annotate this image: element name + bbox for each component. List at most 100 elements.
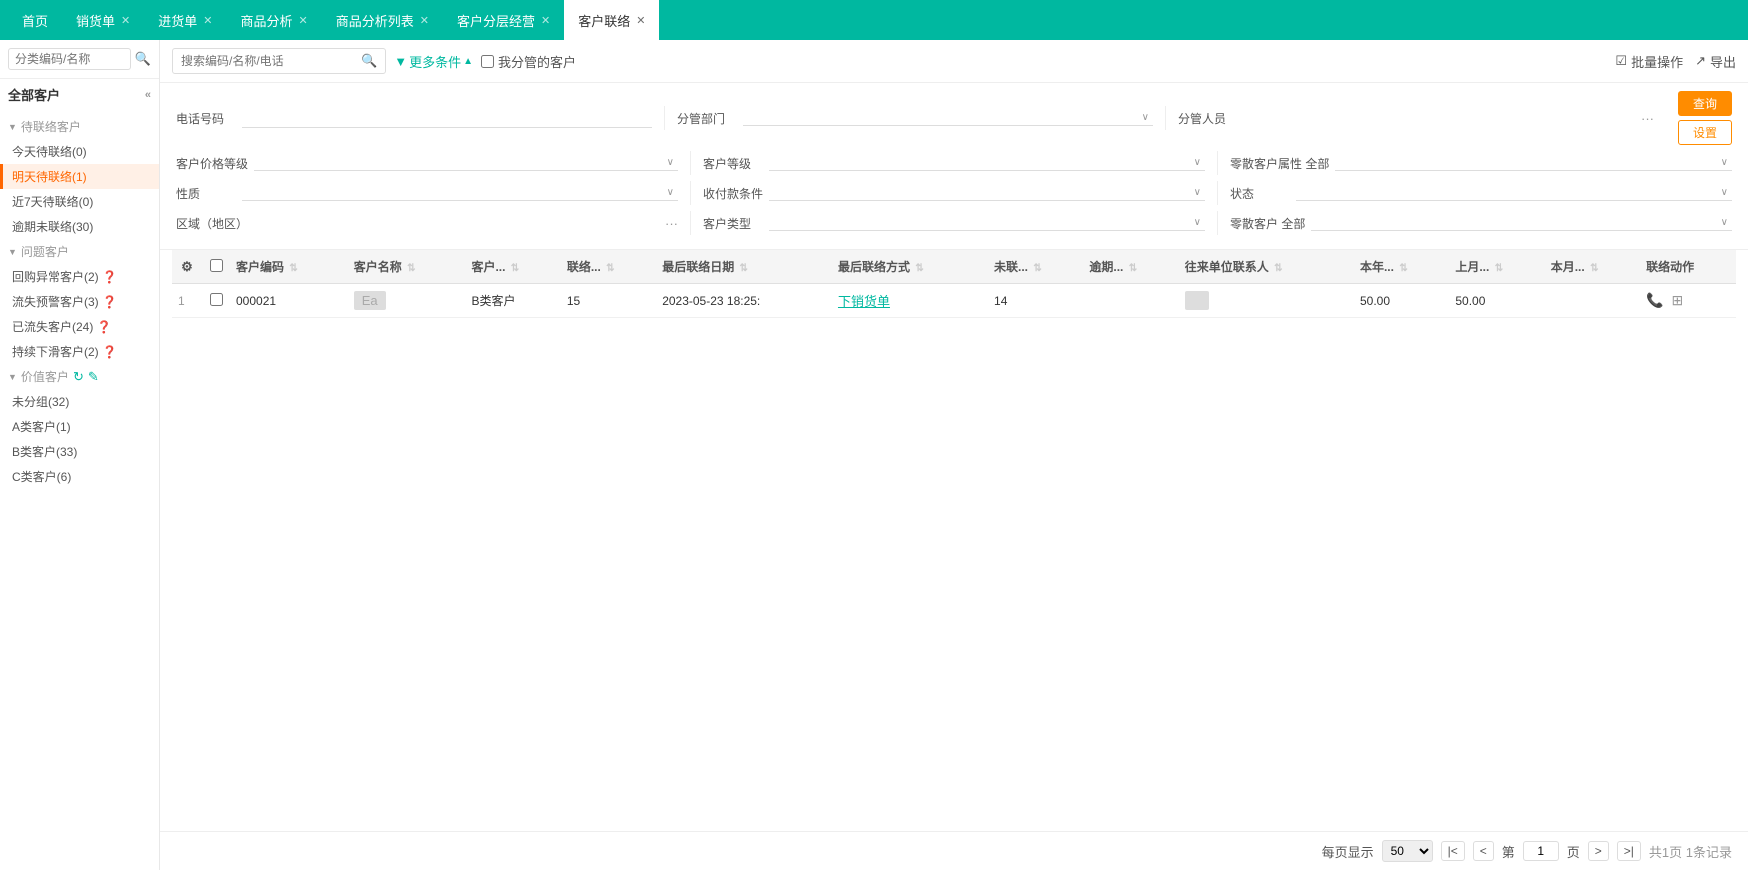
batch-operate-btn[interactable]: ☑ 批量操作 — [1615, 52, 1683, 71]
page-size-select[interactable]: 50 100 200 — [1382, 840, 1433, 862]
td-actions: 📞 ⊞ — [1640, 284, 1736, 318]
close-list-icon[interactable]: ✕ — [420, 14, 429, 27]
next-page-btn[interactable]: > — [1588, 841, 1609, 861]
filter-region-ellipsis[interactable]: ··· — [665, 216, 678, 231]
filter-phone-input[interactable] — [242, 109, 652, 128]
nav-product-analysis[interactable]: 商品分析 ✕ — [226, 0, 321, 40]
filter-row-1: 电话号码 分管部门 ∨ 分管人员 ··· — [176, 91, 1732, 145]
contact-sort-icon[interactable]: ⇅ — [606, 263, 614, 274]
th-this-year: 本年... ⇅ — [1354, 250, 1449, 284]
td-name: Ea — [348, 284, 466, 318]
sidebar-item-a-class[interactable]: A类客户(1) — [0, 414, 159, 439]
close-contact-icon[interactable]: ✕ — [636, 14, 645, 27]
th-contact-person: 往来单位联系人 ⇅ — [1179, 250, 1354, 284]
row-checkbox[interactable] — [210, 293, 223, 306]
nav-customer-contact[interactable]: 客户联络 ✕ — [564, 0, 659, 40]
filter-person-ellipsis[interactable]: ··· — [1641, 111, 1654, 126]
th-settings: ⚙ — [172, 250, 202, 284]
contact-person-sort-icon[interactable]: ⇅ — [1274, 263, 1282, 274]
filter-person-label: 分管人员 — [1178, 110, 1238, 127]
divider-3 — [690, 151, 691, 175]
page-unit: 页 — [1567, 842, 1580, 861]
sidebar-search-icon[interactable]: 🔍 — [135, 51, 151, 67]
filter-customer-level-select[interactable]: ∨ — [769, 155, 1205, 171]
sidebar-all-customers[interactable]: 全部客户 « — [0, 79, 159, 110]
name-sort-icon[interactable]: ⇅ — [407, 263, 415, 274]
sidebar-item-today[interactable]: 今天待联络(0) — [0, 139, 159, 164]
sidebar-item-ungrouped[interactable]: 未分组(32) — [0, 389, 159, 414]
select-all-checkbox[interactable] — [210, 259, 223, 272]
close-analysis-icon[interactable]: ✕ — [299, 14, 308, 27]
value-edit-icon[interactable]: ✎ — [88, 369, 99, 385]
filter-payment-select[interactable]: ∨ — [769, 185, 1205, 201]
value-refresh-icon[interactable]: ↻ — [73, 369, 84, 385]
setting-button[interactable]: 设置 — [1678, 120, 1732, 145]
sidebar-item-overdue[interactable]: 逾期未联络(30) — [0, 214, 159, 239]
close-purchase-icon[interactable]: ✕ — [203, 14, 212, 27]
nav-home[interactable]: 首页 — [8, 0, 62, 40]
close-sales-icon[interactable]: ✕ — [121, 14, 130, 27]
nav-customer-tier[interactable]: 客户分层经营 ✕ — [443, 0, 564, 40]
last-page-btn[interactable]: >| — [1617, 841, 1641, 861]
nav-purchase[interactable]: 进货单 ✕ — [144, 0, 226, 40]
sidebar-item-declining[interactable]: 持续下滑客户(2) ❓ — [0, 339, 159, 364]
sidebar-item-abnormal[interactable]: 回购异常客户(2) ❓ — [0, 264, 159, 289]
td-type: B类客户 — [465, 284, 560, 318]
grid-icon[interactable]: ⊞ — [1672, 292, 1684, 309]
filter-row-3: 性质 ∨ 收付款条件 ∨ 状态 — [176, 181, 1732, 205]
last-month-sort-icon[interactable]: ⇅ — [1495, 263, 1503, 274]
filter-region: 区域（地区） ··· — [176, 215, 678, 232]
table-row: 1 000021 Ea B类客户 15 2023-05-23 18:25: 下销… — [172, 284, 1736, 318]
sidebar-item-lost[interactable]: 已流失客户(24) ❓ — [0, 314, 159, 339]
sidebar-item-warning[interactable]: 流失预警客户(3) ❓ — [0, 289, 159, 314]
this-month-sort-icon[interactable]: ⇅ — [1590, 263, 1598, 274]
filter-customer-type-select[interactable]: ∨ — [769, 215, 1205, 231]
sidebar-item-tomorrow[interactable]: 明天待联络(1) — [0, 164, 159, 189]
sidebar-search-wrap: 🔍 — [0, 40, 159, 79]
first-page-btn[interactable]: |< — [1441, 841, 1465, 861]
main-search-icon[interactable]: 🔍 — [361, 53, 377, 69]
close-tier-icon[interactable]: ✕ — [541, 14, 550, 27]
filter-nature-select[interactable]: ∨ — [242, 185, 678, 201]
sidebar-search-input[interactable] — [8, 48, 131, 70]
th-actions: 联络动作 — [1640, 250, 1736, 284]
last-method-link[interactable]: 下销货单 — [838, 294, 890, 309]
filter-zero-attr-label: 零散客户属性 全部 — [1230, 155, 1329, 172]
unlinked-sort-icon[interactable]: ⇅ — [1033, 263, 1041, 274]
export-btn[interactable]: ↗ 导出 — [1695, 52, 1736, 71]
type-sort-icon[interactable]: ⇅ — [511, 263, 519, 274]
filter-zero-attr-select[interactable]: ∨ — [1335, 155, 1732, 171]
more-filter-btn[interactable]: ▼ 更多条件 ▲ — [394, 52, 473, 71]
filter-dept-select[interactable]: ∨ — [743, 110, 1153, 126]
my-customer-checkbox[interactable] — [481, 55, 494, 68]
filter-zero-customer-select[interactable]: ∨ — [1311, 215, 1732, 231]
search-input-wrap: 🔍 — [172, 48, 386, 74]
filter-status-select[interactable]: ∨ — [1296, 185, 1732, 201]
search-bar: 🔍 ▼ 更多条件 ▲ 我分管的客户 ☑ 批量操作 ↗ 导出 — [160, 40, 1748, 83]
sidebar-collapse-icon[interactable]: « — [145, 89, 151, 101]
divider-6 — [1217, 181, 1218, 205]
filter-price-level: 客户价格等级 ∨ — [176, 155, 678, 172]
overdue-sort-icon[interactable]: ⇅ — [1129, 263, 1137, 274]
filter-row-4: 区域（地区） ··· 客户类型 ∨ 零散客户 全部 — [176, 211, 1732, 235]
year-sort-icon[interactable]: ⇅ — [1399, 263, 1407, 274]
query-button[interactable]: 查询 — [1678, 91, 1732, 116]
prev-page-btn[interactable]: < — [1473, 841, 1494, 861]
sidebar-item-7days[interactable]: 近7天待联络(0) — [0, 189, 159, 214]
code-sort-icon[interactable]: ⇅ — [289, 263, 297, 274]
sidebar-group-problem: 问题客户 — [0, 239, 159, 264]
date-sort-icon[interactable]: ⇅ — [740, 263, 748, 274]
nav-sales[interactable]: 销货单 ✕ — [62, 0, 144, 40]
sidebar-item-c-class[interactable]: C类客户(6) — [0, 464, 159, 489]
col-settings-icon[interactable]: ⚙ — [181, 259, 193, 274]
main-search-input[interactable] — [181, 54, 361, 68]
td-this-year: 50.00 — [1354, 284, 1449, 318]
page-number-input[interactable] — [1523, 841, 1559, 861]
phone-icon[interactable]: 📞 — [1646, 292, 1663, 309]
zero-attr-arrow-icon: ∨ — [1721, 157, 1728, 168]
th-code: 客户编码 ⇅ — [230, 250, 348, 284]
nav-product-list[interactable]: 商品分析列表 ✕ — [322, 0, 443, 40]
filter-price-level-select[interactable]: ∨ — [254, 155, 678, 171]
method-sort-icon[interactable]: ⇅ — [915, 263, 923, 274]
sidebar-item-b-class[interactable]: B类客户(33) — [0, 439, 159, 464]
